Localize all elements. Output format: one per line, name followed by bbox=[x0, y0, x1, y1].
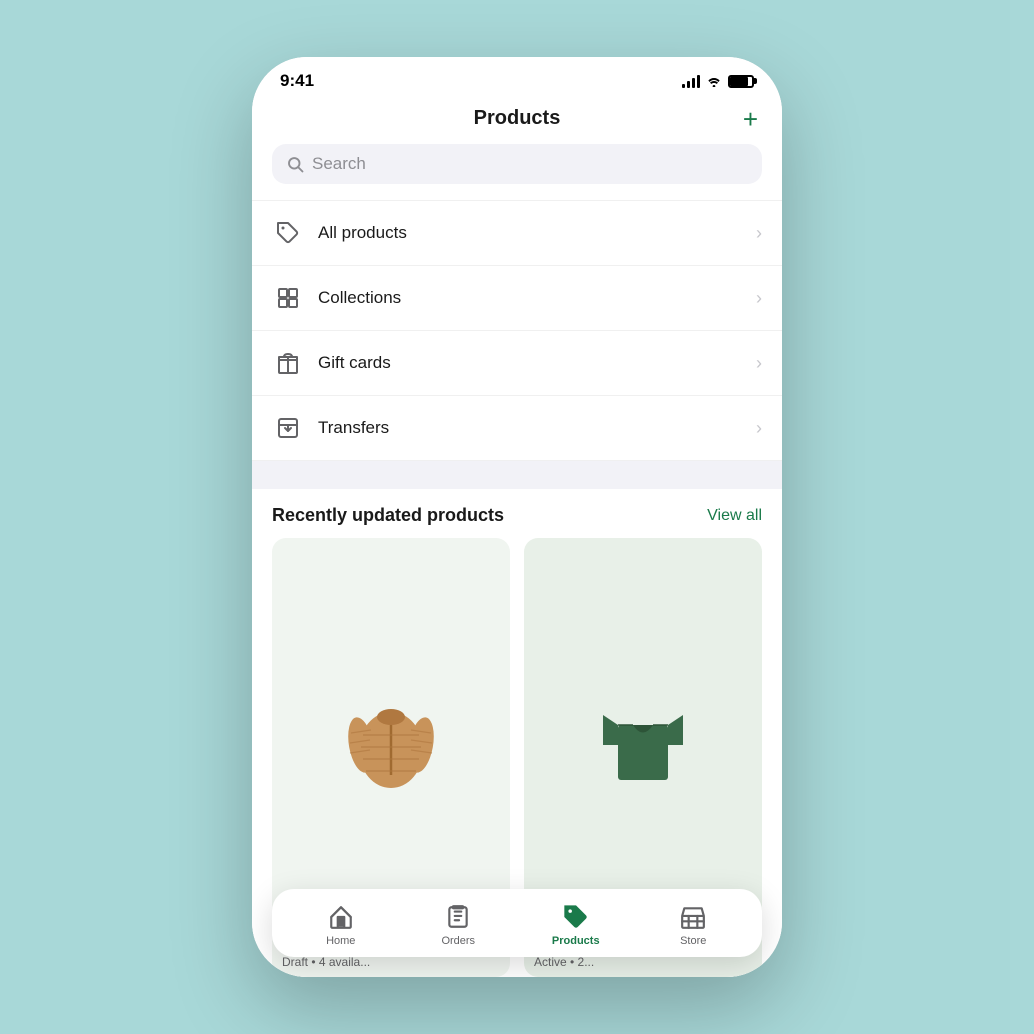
tab-products[interactable]: Products bbox=[517, 903, 635, 947]
chevron-right-icon: › bbox=[756, 288, 762, 309]
product-status-jacket: Draft • 4 availa... bbox=[282, 955, 500, 969]
tab-store[interactable]: Store bbox=[635, 903, 753, 947]
menu-item-all-products[interactable]: All products › bbox=[252, 200, 782, 266]
menu-item-collections[interactable]: Collections › bbox=[252, 266, 782, 331]
tab-store-label: Store bbox=[680, 935, 706, 947]
view-all-button[interactable]: View all bbox=[707, 507, 762, 525]
status-time: 9:41 bbox=[280, 71, 314, 91]
chevron-right-icon: › bbox=[756, 353, 762, 374]
signal-bars-icon bbox=[682, 74, 700, 88]
gift-cards-label: Gift cards bbox=[318, 353, 756, 373]
page-title: Products bbox=[474, 107, 561, 130]
recent-header: Recently updated products View all bbox=[252, 489, 782, 538]
search-placeholder: Search bbox=[312, 154, 366, 174]
chevron-right-icon: › bbox=[756, 418, 762, 439]
chevron-right-icon: › bbox=[756, 223, 762, 244]
all-products-label: All products bbox=[318, 223, 756, 243]
tab-orders[interactable]: Orders bbox=[400, 903, 518, 947]
wifi-icon bbox=[706, 75, 722, 87]
search-icon bbox=[286, 155, 304, 173]
search-bar[interactable]: Search bbox=[272, 144, 762, 184]
shirt-svg bbox=[598, 680, 688, 790]
status-icons bbox=[682, 74, 754, 88]
tab-home-label: Home bbox=[326, 935, 355, 947]
transfer-icon bbox=[272, 412, 304, 444]
battery-icon bbox=[728, 75, 754, 88]
search-container: Search bbox=[252, 144, 782, 200]
product-status-shirt: Active • 2... bbox=[534, 955, 752, 969]
page-header: Products + bbox=[252, 97, 782, 144]
recent-title: Recently updated products bbox=[272, 505, 504, 526]
store-icon bbox=[679, 903, 707, 931]
tab-home[interactable]: Home bbox=[282, 903, 400, 947]
tab-bar: Home Orders bbox=[272, 889, 762, 957]
collections-label: Collections bbox=[318, 288, 756, 308]
jacket-svg bbox=[341, 675, 441, 795]
add-product-button[interactable]: + bbox=[743, 106, 758, 132]
gift-icon bbox=[272, 347, 304, 379]
menu-item-transfers[interactable]: Transfers › bbox=[252, 396, 782, 461]
tag-icon bbox=[272, 217, 304, 249]
tab-orders-label: Orders bbox=[441, 935, 475, 947]
section-spacer bbox=[252, 461, 782, 489]
menu-item-gift-cards[interactable]: Gift cards › bbox=[252, 331, 782, 396]
product-image-shirt bbox=[524, 538, 762, 931]
orders-icon bbox=[444, 903, 472, 931]
transfers-label: Transfers bbox=[318, 418, 756, 438]
menu-list: All products › Collections › bbox=[252, 200, 782, 461]
phone-inner: 9:41 Products + bbox=[252, 57, 782, 977]
tab-products-label: Products bbox=[552, 935, 600, 947]
status-bar: 9:41 bbox=[252, 57, 782, 97]
products-icon bbox=[562, 903, 590, 931]
phone-frame: 9:41 Products + bbox=[252, 57, 782, 977]
product-image-jacket bbox=[272, 538, 510, 931]
home-icon bbox=[327, 903, 355, 931]
collection-icon bbox=[272, 282, 304, 314]
